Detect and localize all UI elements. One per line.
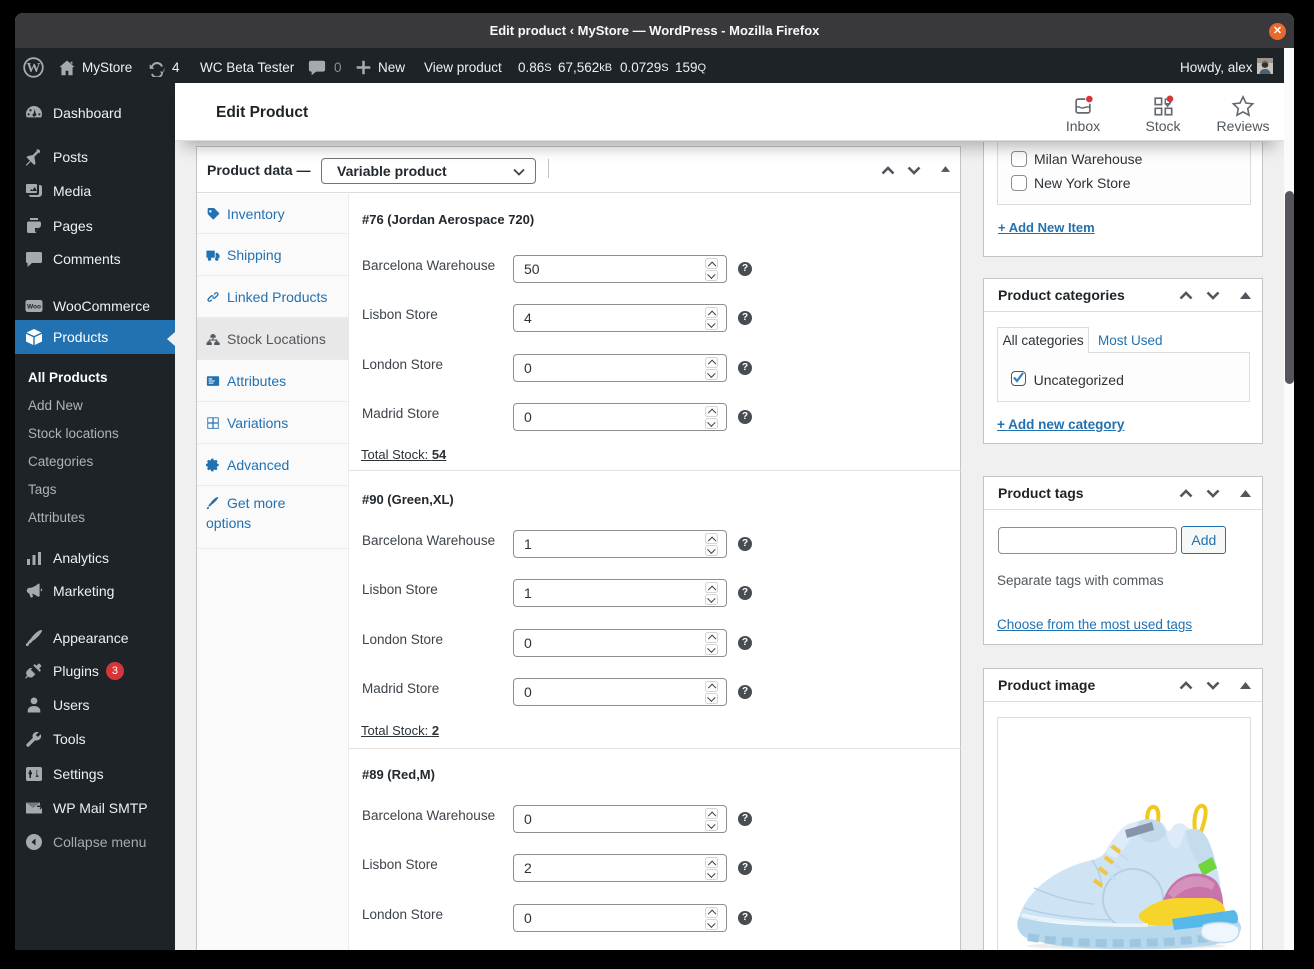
svg-text:Woo: Woo: [27, 303, 41, 310]
svg-text:W: W: [27, 61, 41, 76]
